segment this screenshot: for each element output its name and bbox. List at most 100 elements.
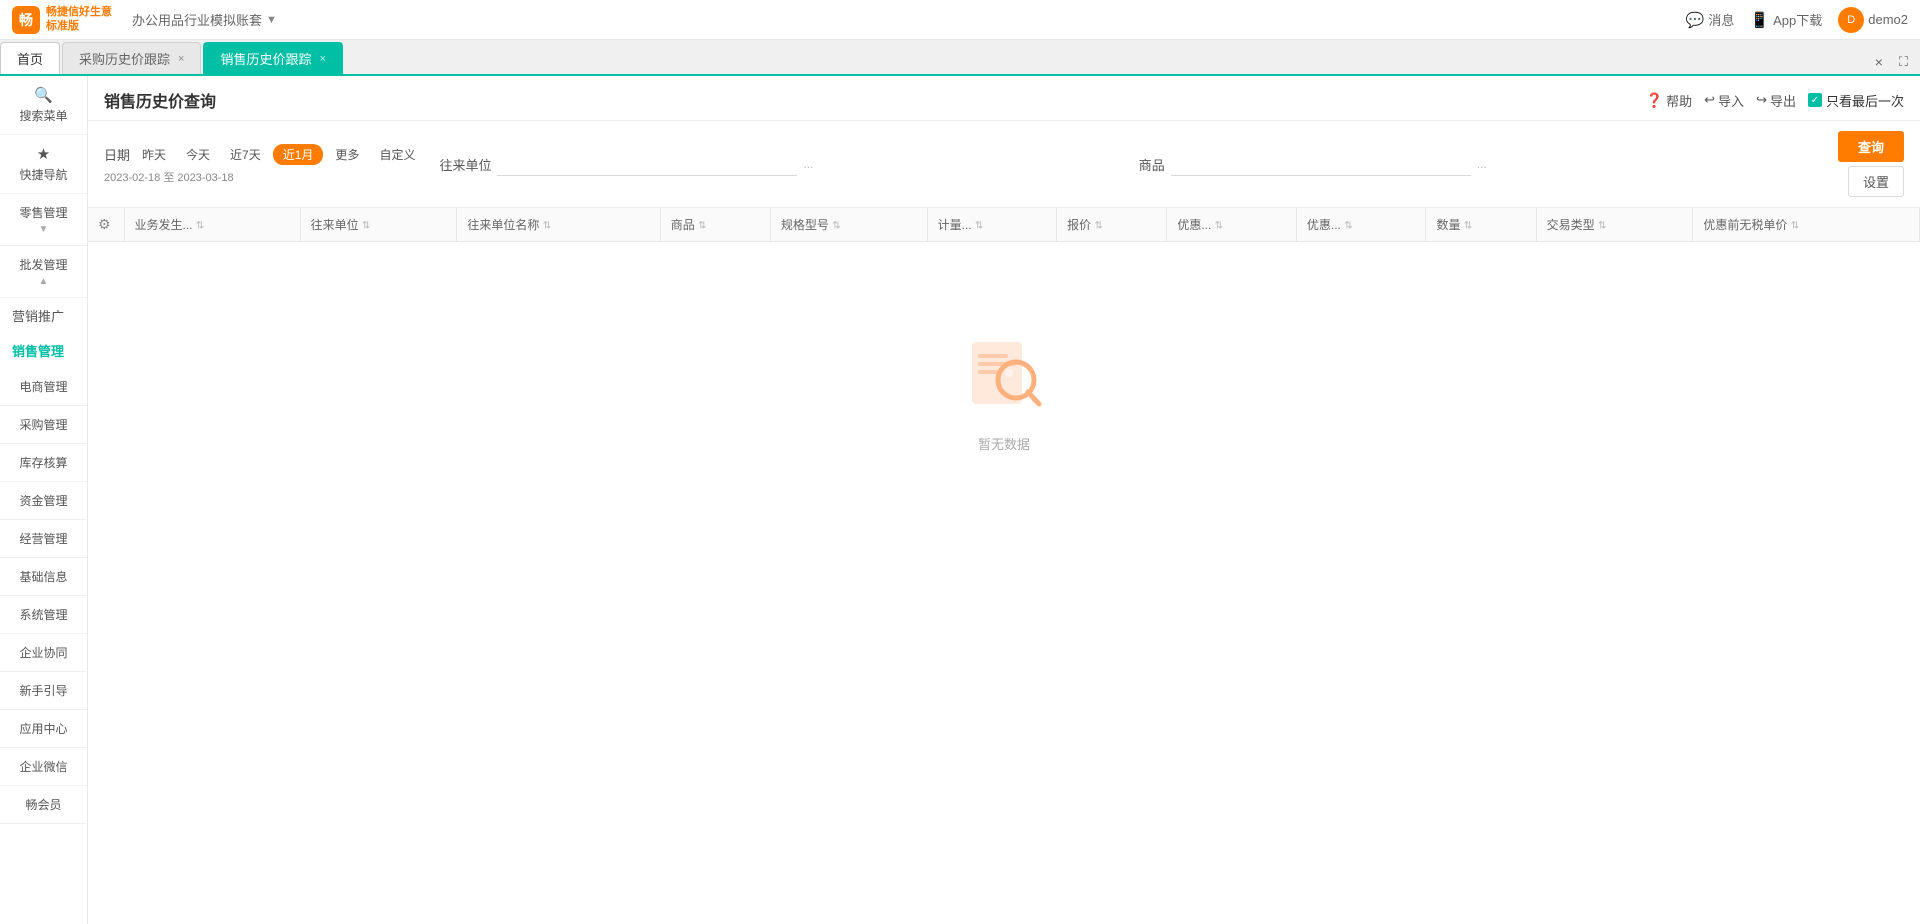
- top-bar: 畅 畅捷信好生意 标准版 办公用品行业模拟账套 ▼ 💬 消息 📱 App下载 D…: [0, 0, 1920, 40]
- partner-input[interactable]: [497, 152, 797, 176]
- wholesale-arrow-icon: ▲: [39, 276, 49, 287]
- help-action[interactable]: ❓ 帮助: [1646, 91, 1692, 110]
- import-icon: ↩: [1704, 92, 1715, 108]
- sidebar: 🔍 搜索菜单 ★ 快捷导航 零售管理 ▼ 批发管理 ▲ 营销推广 销售管理 电商…: [0, 76, 88, 924]
- th-quote-price-label: 报价: [1067, 218, 1091, 232]
- setting-button[interactable]: 设置: [1848, 166, 1904, 197]
- th-quote-price[interactable]: 报价 ⇅: [1057, 208, 1167, 242]
- table-head: ⚙ 业务发生... ⇅ 往来单位 ⇅ 往来单位名称 ⇅: [88, 208, 1920, 242]
- sort-icon-transaction-type: ⇅: [1598, 220, 1606, 231]
- page-header-actions: ❓ 帮助 ↩ 导入 ↪ 导出 ✓ 只看最后一次: [1646, 91, 1904, 110]
- date-btn-today[interactable]: 今天: [178, 144, 218, 165]
- logo-icon: 畅: [12, 6, 40, 34]
- date-btn-more[interactable]: 更多: [327, 144, 367, 165]
- th-partner-code[interactable]: 往来单位 ⇅: [300, 208, 457, 242]
- th-discount-amount[interactable]: 优惠... ⇅: [1296, 208, 1426, 242]
- tab-home[interactable]: 首页: [0, 42, 60, 74]
- sidebar-item-operations-management[interactable]: 经营管理: [0, 520, 87, 558]
- th-product-label: 商品: [671, 218, 695, 232]
- tab-sales-history[interactable]: 销售历史价跟踪 ×: [203, 42, 342, 74]
- export-action[interactable]: ↪ 导出: [1756, 91, 1796, 110]
- product-filter-group: 商品 ...: [1139, 152, 1822, 176]
- table-header-row: ⚙ 业务发生... ⇅ 往来单位 ⇅ 往来单位名称 ⇅: [88, 208, 1920, 242]
- close-all-tabs-button[interactable]: ×: [1871, 50, 1887, 74]
- sort-icon-quantity: ⇅: [1464, 220, 1472, 231]
- app-download-action[interactable]: 📱 App下载: [1750, 10, 1822, 29]
- partner-dots[interactable]: ...: [803, 157, 813, 171]
- sidebar-item-enterprise-wechat[interactable]: 企业微信: [0, 748, 87, 786]
- tab-sales-history-close[interactable]: ×: [319, 53, 325, 65]
- sidebar-item-capital-management[interactable]: 资金管理: [0, 482, 87, 520]
- th-pre-discount-price-label: 优惠前无税单价: [1703, 218, 1787, 232]
- sort-icon-spec: ⇅: [832, 220, 840, 231]
- date-btn-1month[interactable]: 近1月: [273, 144, 324, 165]
- top-bar-title[interactable]: 办公用品行业模拟账套 ▼: [132, 10, 277, 29]
- empty-text: 暂无数据: [978, 434, 1030, 453]
- th-partner-name-label: 往来单位名称: [467, 218, 539, 232]
- empty-illustration: [954, 322, 1054, 422]
- sort-icon-unit: ⇅: [975, 220, 983, 231]
- th-discount-rate[interactable]: 优惠... ⇅: [1167, 208, 1297, 242]
- dropdown-arrow-icon[interactable]: ▼: [266, 14, 277, 26]
- th-spec[interactable]: 规格型号 ⇅: [770, 208, 927, 242]
- sidebar-item-app-center[interactable]: 应用中心: [0, 710, 87, 748]
- sidebar-item-inventory-calculation[interactable]: 库存核算: [0, 444, 87, 482]
- th-partner-name[interactable]: 往来单位名称 ⇅: [457, 208, 660, 242]
- data-table: ⚙ 业务发生... ⇅ 往来单位 ⇅ 往来单位名称 ⇅: [88, 208, 1920, 242]
- gear-icon[interactable]: ⚙: [98, 216, 111, 232]
- query-button[interactable]: 查询: [1838, 131, 1904, 162]
- page-title: 销售历史价查询: [104, 88, 216, 112]
- message-action[interactable]: 💬 消息: [1686, 10, 1735, 29]
- sidebar-item-sales-management[interactable]: 销售管理: [0, 333, 87, 368]
- th-unit-label: 计量...: [938, 218, 972, 232]
- import-action[interactable]: ↩ 导入: [1704, 91, 1744, 110]
- user-area[interactable]: D demo2: [1838, 7, 1908, 33]
- sidebar-item-marketing-promotion[interactable]: 营销推广: [0, 298, 87, 333]
- app-download-icon: 📱: [1750, 11, 1769, 29]
- th-discount-rate-label: 优惠...: [1177, 218, 1211, 232]
- sort-icon-pre-discount-price: ⇅: [1791, 220, 1799, 231]
- sidebar-item-system-management[interactable]: 系统管理: [0, 596, 87, 634]
- th-product[interactable]: 商品 ⇅: [660, 208, 770, 242]
- sidebar-item-retail-management[interactable]: 零售管理 ▼: [0, 194, 87, 246]
- date-btn-7days[interactable]: 近7天: [222, 144, 269, 165]
- sidebar-item-basic-info[interactable]: 基础信息: [0, 558, 87, 596]
- tab-purchase-history[interactable]: 采购历史价跟踪 ×: [62, 42, 201, 74]
- sidebar-item-ecommerce-management[interactable]: 电商管理: [0, 368, 87, 406]
- sort-icon-business-date: ⇅: [196, 220, 204, 231]
- sidebar-item-vip-member[interactable]: 畅会员: [0, 786, 87, 824]
- th-transaction-type[interactable]: 交易类型 ⇅: [1536, 208, 1693, 242]
- top-bar-right: 💬 消息 📱 App下载 D demo2: [1686, 7, 1908, 33]
- sidebar-item-beginner-guide[interactable]: 新手引导: [0, 672, 87, 710]
- sidebar-item-quick-nav[interactable]: ★ 快捷导航: [0, 135, 87, 194]
- th-business-date[interactable]: 业务发生... ⇅: [124, 208, 300, 242]
- date-btn-yesterday[interactable]: 昨天: [134, 144, 174, 165]
- only-last-checkbox[interactable]: ✓: [1808, 93, 1822, 107]
- th-discount-amount-label: 优惠...: [1307, 218, 1341, 232]
- sidebar-item-wholesale-management[interactable]: 批发管理 ▲: [0, 246, 87, 298]
- product-dots[interactable]: ...: [1477, 157, 1487, 171]
- sort-icon-partner-name: ⇅: [543, 220, 551, 231]
- main-layout: 🔍 搜索菜单 ★ 快捷导航 零售管理 ▼ 批发管理 ▲ 营销推广 销售管理 电商…: [0, 76, 1920, 924]
- th-quantity[interactable]: 数量 ⇅: [1426, 208, 1536, 242]
- th-unit[interactable]: 计量... ⇅: [927, 208, 1057, 242]
- only-last-checkbox-container[interactable]: ✓ 只看最后一次: [1808, 91, 1904, 110]
- sort-icon-quote-price: ⇅: [1095, 220, 1103, 231]
- tab-bar: 首页 采购历史价跟踪 × 销售历史价跟踪 × × ⛶: [0, 40, 1920, 76]
- date-range-display: 2023-02-18 至 2023-03-18: [104, 169, 423, 185]
- product-input[interactable]: [1171, 152, 1471, 176]
- date-filter-group: 日期 昨天 今天 近7天 近1月 更多 自定义 2023-02-18 至 202…: [104, 144, 423, 185]
- date-buttons: 昨天 今天 近7天 近1月 更多 自定义: [134, 144, 423, 165]
- filter-area: 日期 昨天 今天 近7天 近1月 更多 自定义 2023-02-18 至 202…: [88, 121, 1920, 208]
- sort-icon-partner-code: ⇅: [362, 220, 370, 231]
- date-btn-custom[interactable]: 自定义: [371, 144, 423, 165]
- content-area: 销售历史价查询 ❓ 帮助 ↩ 导入 ↪ 导出 ✓ 只看最后一次: [88, 76, 1920, 924]
- sidebar-item-enterprise-agreement[interactable]: 企业协同: [0, 634, 87, 672]
- expand-tab-button[interactable]: ⛶: [1895, 50, 1912, 74]
- sidebar-item-purchase-management[interactable]: 采购管理: [0, 406, 87, 444]
- sidebar-item-search-menu[interactable]: 🔍 搜索菜单: [0, 76, 87, 135]
- tab-actions: × ⛶: [1863, 50, 1920, 74]
- th-gear[interactable]: ⚙: [88, 208, 124, 242]
- tab-purchase-history-close[interactable]: ×: [178, 53, 184, 65]
- th-pre-discount-price[interactable]: 优惠前无税单价 ⇅: [1693, 208, 1920, 242]
